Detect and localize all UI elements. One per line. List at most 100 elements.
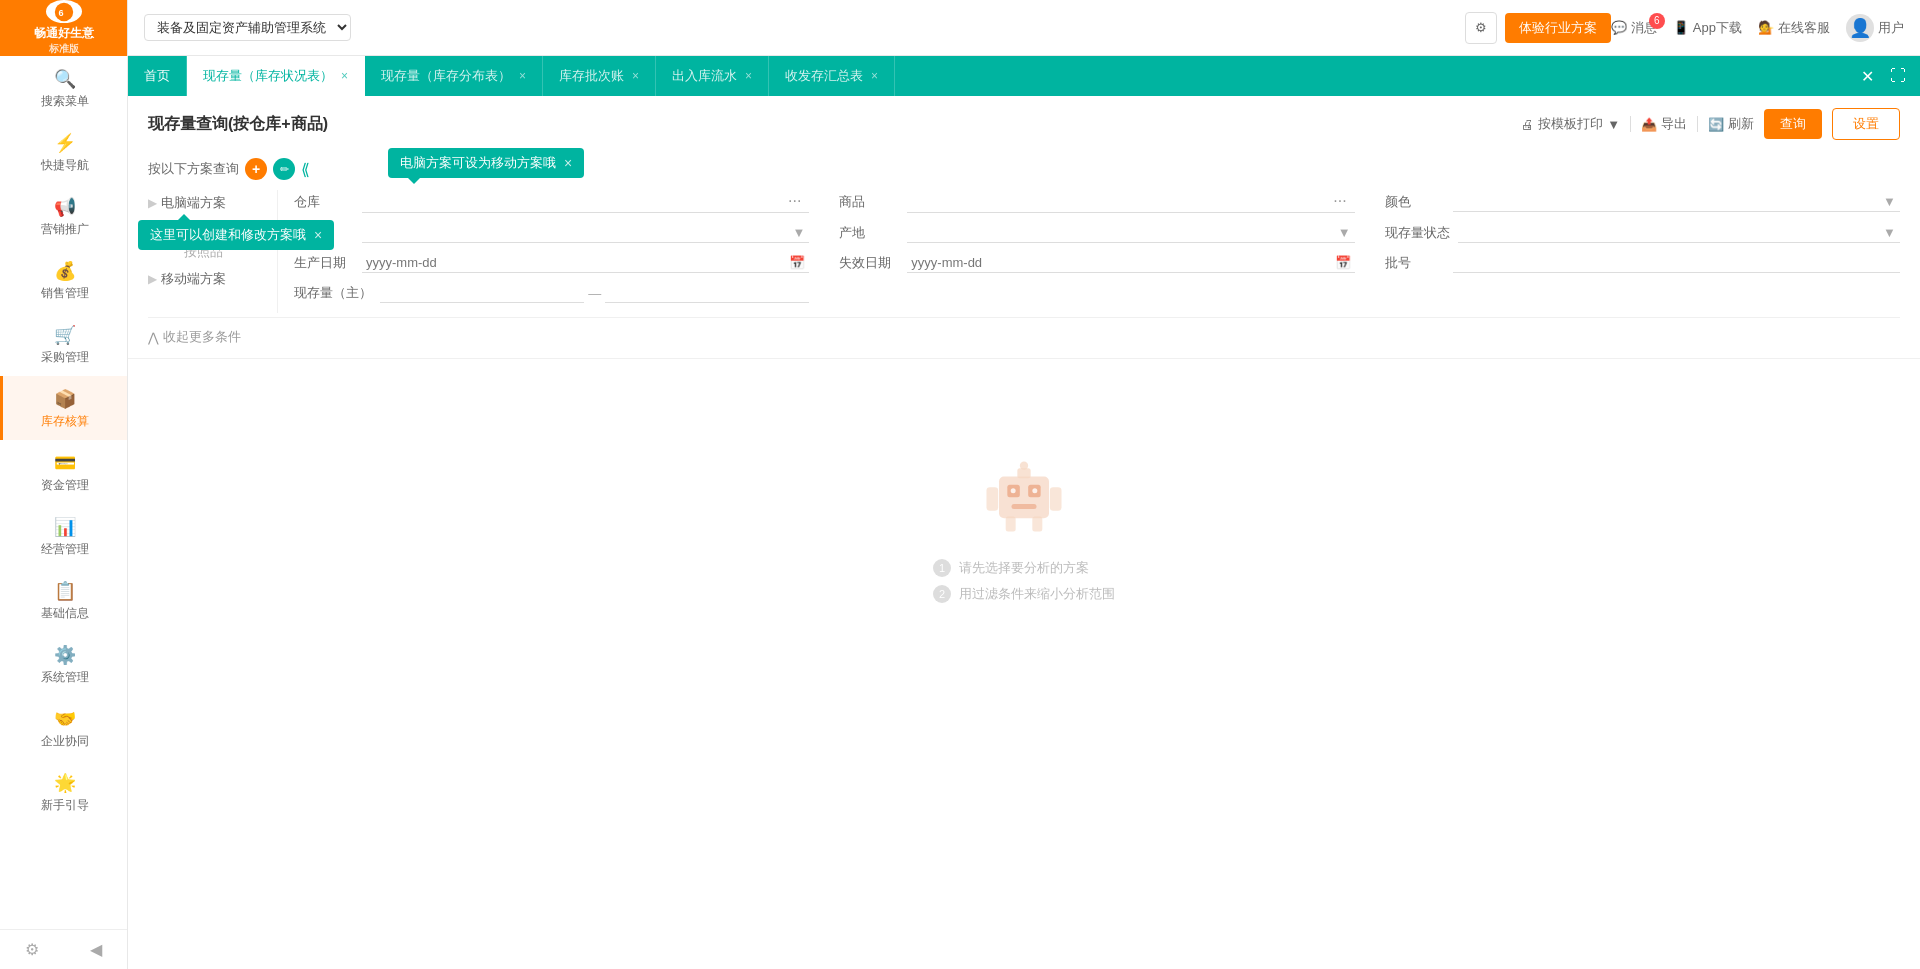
- sidebar-label-guide: 新手引导: [41, 797, 89, 814]
- tab-inventory-dist-close[interactable]: ×: [519, 69, 526, 83]
- warehouse-input[interactable]: [366, 194, 784, 209]
- sidebar-label-basic: 基础信息: [41, 605, 89, 622]
- warehouse-dots[interactable]: ···: [784, 192, 805, 210]
- scheme-group-mobile-label: 移动端方案: [161, 270, 226, 288]
- tab-close-all-btn[interactable]: ✕: [1855, 63, 1880, 90]
- scheme-panel: 这里可以创建和修改方案哦 × ▶ 电脑端方案 按商品 按照品: [148, 190, 278, 313]
- exp-date-input[interactable]: [911, 255, 1334, 270]
- scheme-group-pc: ▶ 电脑端方案: [148, 194, 267, 212]
- app-download-btn[interactable]: 📱 App下载: [1673, 19, 1742, 37]
- tab-inventory-dist-label: 现存量（库存分布表）: [381, 67, 511, 85]
- inv-main-from[interactable]: [380, 283, 584, 303]
- prod-date-label: 生产日期: [294, 254, 354, 272]
- user-label: 用户: [1878, 19, 1904, 37]
- size-dropdown-icon[interactable]: ▼: [792, 225, 805, 240]
- filter-field-inv-status: 现存量状态 ▼: [1385, 223, 1900, 243]
- sidebar-settings-btn[interactable]: ⚙: [25, 940, 39, 959]
- filter-edit-btn[interactable]: ✏: [273, 158, 295, 180]
- tab-batch-ledger-close[interactable]: ×: [632, 69, 639, 83]
- message-btn[interactable]: 💬 消息 6: [1611, 19, 1657, 37]
- system-select[interactable]: 装备及固定资产辅助管理系统: [144, 14, 351, 41]
- prod-date-icon[interactable]: 📅: [789, 255, 805, 270]
- inv-status-dropdown-icon[interactable]: ▼: [1883, 225, 1896, 240]
- tab-inventory-status[interactable]: 现存量（库存状况表） ×: [187, 56, 365, 96]
- svg-rect-10: [1006, 517, 1016, 532]
- color-dropdown-icon[interactable]: ▼: [1883, 194, 1896, 209]
- inv-status-label: 现存量状态: [1385, 224, 1450, 242]
- inv-main-to[interactable]: [605, 283, 809, 303]
- tab-batch-ledger[interactable]: 库存批次账 ×: [543, 56, 656, 96]
- refresh-btn[interactable]: 🔄 刷新: [1708, 115, 1754, 133]
- tab-recv-summary-label: 收发存汇总表: [785, 67, 863, 85]
- filter-arrow-btn[interactable]: ⟪: [301, 160, 310, 179]
- basic-icon: 📋: [54, 580, 76, 602]
- support-label: 在线客服: [1778, 19, 1830, 37]
- user-area[interactable]: 👤 用户: [1846, 14, 1904, 42]
- sidebar-item-guide[interactable]: 🌟 新手引导: [0, 760, 127, 824]
- sidebar-label-marketing: 营销推广: [41, 221, 89, 238]
- exp-date-icon[interactable]: 📅: [1335, 255, 1351, 270]
- size-select-wrap: ▼: [362, 223, 809, 243]
- export-icon: 📤: [1641, 117, 1657, 132]
- tab-in-out-flow[interactable]: 出入库流水 ×: [656, 56, 769, 96]
- tooltip2-close[interactable]: ×: [314, 227, 322, 243]
- sidebar-item-inventory[interactable]: 📦 库存核算: [0, 376, 127, 440]
- sidebar-item-basic[interactable]: 📋 基础信息: [0, 568, 127, 632]
- tooltip1-close[interactable]: ×: [564, 155, 572, 171]
- sidebar-item-enterprise[interactable]: 🤝 企业协同: [0, 696, 127, 760]
- settings-gear-btn[interactable]: ⚙: [1465, 12, 1497, 44]
- page-header: 现存量查询(按仓库+商品) 🖨 按模板打印 ▼ 📤 导出 🔄: [128, 96, 1920, 148]
- size-input[interactable]: [366, 225, 792, 240]
- svg-point-7: [1020, 462, 1028, 470]
- sidebar-item-marketing[interactable]: 📢 营销推广: [0, 184, 127, 248]
- guide-icon: 🌟: [54, 772, 76, 794]
- sidebar-item-quick-nav[interactable]: ⚡ 快捷导航: [0, 120, 127, 184]
- tab-home[interactable]: 首页: [128, 56, 187, 96]
- prod-date-input[interactable]: [366, 255, 789, 270]
- sidebar-item-search-menu[interactable]: 🔍 搜索菜单: [0, 56, 127, 120]
- sidebar-label-quick-nav: 快捷导航: [41, 157, 89, 174]
- sidebar-item-sales[interactable]: 💰 销售管理: [0, 248, 127, 312]
- export-btn[interactable]: 📤 导出: [1641, 115, 1687, 133]
- sidebar-label-search-menu: 搜索菜单: [41, 93, 89, 110]
- app-download-label: App下载: [1693, 19, 1742, 37]
- sidebar-item-purchase[interactable]: 🛒 采购管理: [0, 312, 127, 376]
- scheme-group-pc-toggle[interactable]: ▶: [148, 196, 157, 210]
- color-input[interactable]: [1457, 194, 1883, 209]
- tooltip-scheme-create: 这里可以创建和修改方案哦 ×: [138, 220, 334, 250]
- sidebar-label-system: 系统管理: [41, 669, 89, 686]
- sidebar-item-operations[interactable]: 📊 经营管理: [0, 504, 127, 568]
- query-btn[interactable]: 查询: [1764, 109, 1822, 139]
- tab-maximize-btn[interactable]: ⛶: [1884, 63, 1912, 89]
- system-title-area: 装备及固定资产辅助管理系统: [144, 14, 1457, 41]
- filter-fields: 仓库 ··· 商品 ···: [278, 190, 1900, 313]
- inv-status-input[interactable]: [1462, 225, 1883, 240]
- sidebar-bottom: ⚙ ◀: [0, 929, 127, 969]
- template-print-btn[interactable]: 🖨 按模板打印 ▼: [1521, 115, 1620, 133]
- product-input[interactable]: [911, 194, 1329, 209]
- sidebar-item-finance[interactable]: 💳 资金管理: [0, 440, 127, 504]
- tab-recv-summary[interactable]: 收发存汇总表 ×: [769, 56, 895, 96]
- industry-btn[interactable]: 体验行业方案: [1505, 13, 1611, 43]
- tab-recv-summary-close[interactable]: ×: [871, 69, 878, 83]
- scheme-group-mobile-toggle[interactable]: ▶: [148, 272, 157, 286]
- tab-inventory-status-close[interactable]: ×: [341, 69, 348, 83]
- sidebar-collapse-btn[interactable]: ◀: [90, 940, 102, 959]
- refresh-icon: 🔄: [1708, 117, 1724, 132]
- sidebar-item-system[interactable]: ⚙️ 系统管理: [0, 632, 127, 696]
- product-dots[interactable]: ···: [1329, 192, 1350, 210]
- empty-state: 1 请先选择要分析的方案 2 用过滤条件来缩小分析范围: [128, 359, 1920, 691]
- filter-field-inv-main: 现存量（主） —: [294, 283, 809, 303]
- tab-home-label: 首页: [144, 67, 170, 85]
- batch-input[interactable]: [1457, 255, 1896, 270]
- filter-add-btn[interactable]: +: [245, 158, 267, 180]
- setting-btn[interactable]: 设置: [1832, 108, 1900, 140]
- filter-header: 按以下方案查询 + ✏ ⟪ 电脑方案可设为移动方案哦 ×: [148, 158, 1900, 180]
- collapse-btn[interactable]: ⋀ 收起更多条件: [148, 328, 241, 346]
- origin-dropdown-icon[interactable]: ▼: [1338, 225, 1351, 240]
- tab-in-out-flow-close[interactable]: ×: [745, 69, 752, 83]
- tab-inventory-dist[interactable]: 现存量（库存分布表） ×: [365, 56, 543, 96]
- online-support-btn[interactable]: 💁 在线客服: [1758, 19, 1830, 37]
- tip-text-2: 用过滤条件来缩小分析范围: [959, 585, 1115, 603]
- origin-input[interactable]: [911, 225, 1337, 240]
